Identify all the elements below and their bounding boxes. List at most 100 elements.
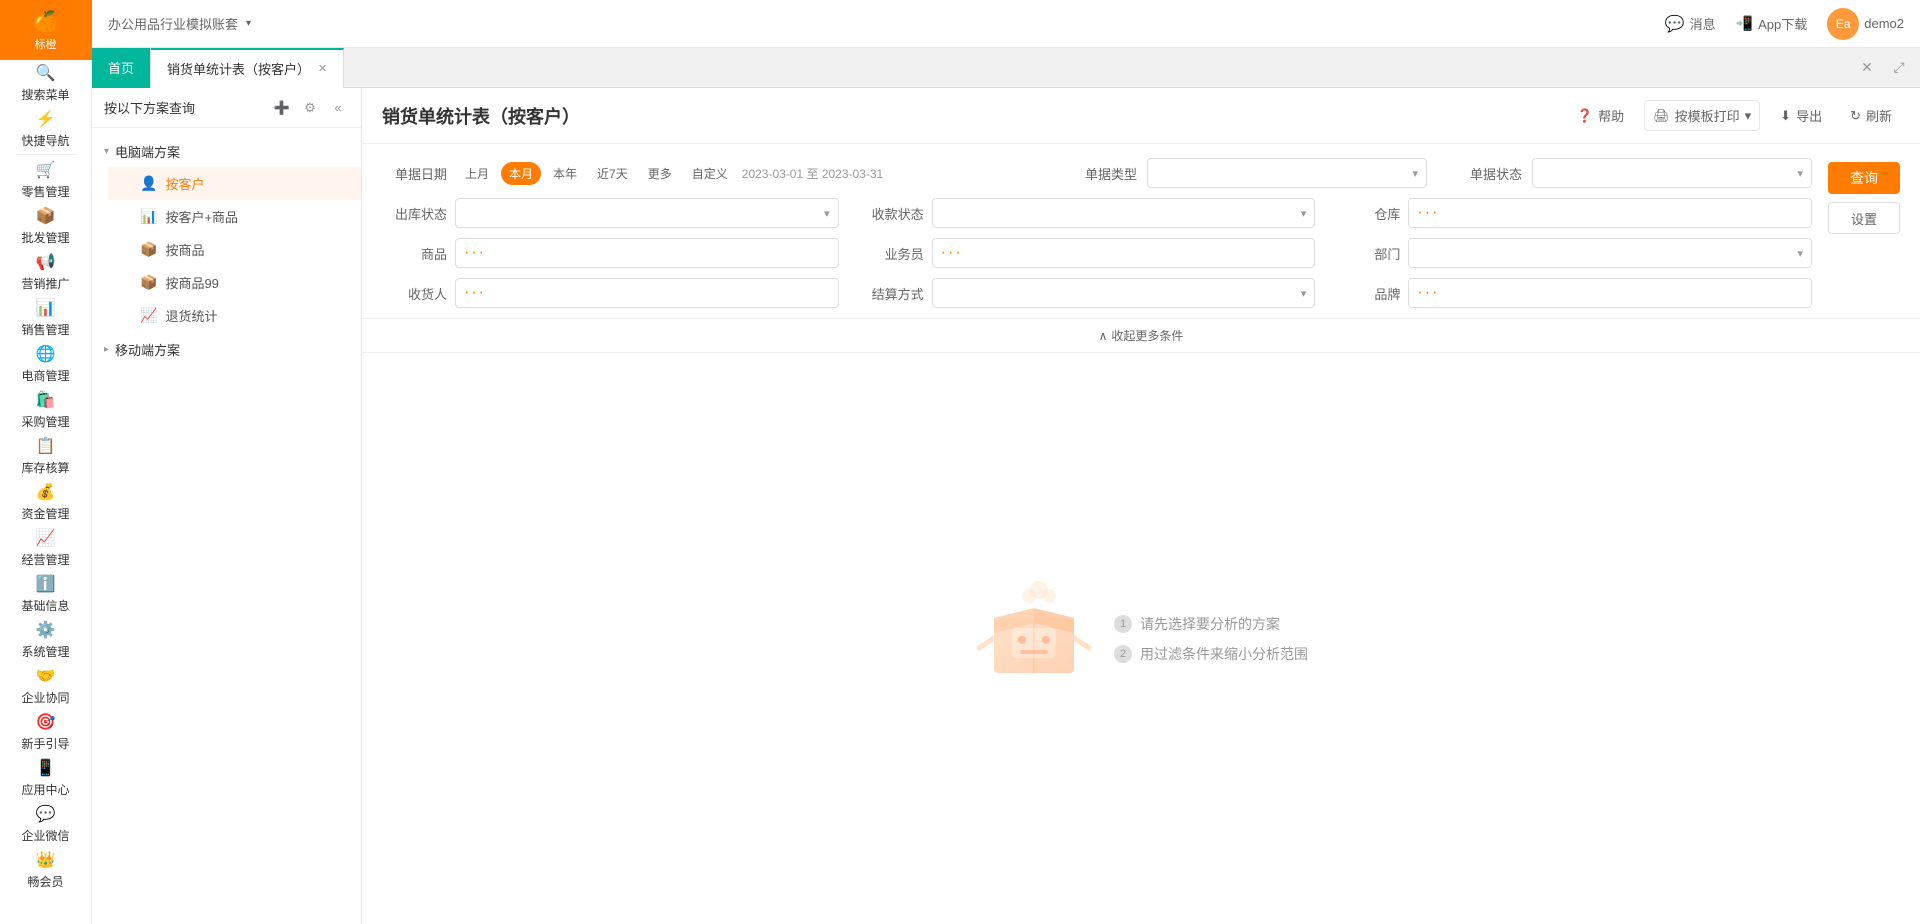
date-tab-7days[interactable]: 近7天 — [589, 162, 636, 185]
tree-item-by-product-99[interactable]: 📦 按商品99 — [108, 266, 361, 299]
date-tab-more[interactable]: 更多 — [640, 162, 680, 185]
tab-sales-stat-label: 销货单统计表（按客户） — [167, 59, 310, 78]
tree-group-desktop: ▾ 电脑端方案 👤 按客户 📊 按客户+商品 📦 — [92, 136, 361, 332]
sidebar-item-system-mgmt[interactable]: ⚙️ 系统管理 — [0, 617, 92, 663]
logo-text: 标橙 — [35, 36, 57, 52]
app-download-label: App下载 — [1758, 14, 1807, 33]
by-customer-icon: 👤 — [140, 175, 157, 192]
ship-status-select[interactable]: ▾ — [455, 198, 839, 228]
tab-sales-stat[interactable]: 销货单统计表（按客户） ✕ — [151, 48, 344, 88]
dept-select[interactable]: ▾ — [1408, 238, 1812, 268]
sidebar-item-finance[interactable]: 💰 资金管理 — [0, 479, 92, 525]
sidebar-item-app-center[interactable]: 📱 应用中心 — [0, 755, 92, 801]
ship-status-arrow: ▾ — [824, 207, 830, 220]
payment-status-arrow: ▾ — [1301, 207, 1307, 220]
date-tab-last-month[interactable]: 上月 — [457, 162, 497, 185]
tree-group-desktop-header[interactable]: ▾ 电脑端方案 — [92, 136, 361, 167]
sidebar-item-member[interactable]: 👑 畅会员 — [0, 847, 92, 893]
product-label: 商品 — [382, 244, 447, 263]
warehouse-dots: ··· — [1417, 204, 1439, 222]
sidebar-item-quick-nav[interactable]: ⚡ 快捷导航 — [0, 106, 92, 152]
tree-group-mobile-header[interactable]: ▸ 移动端方案 — [92, 334, 361, 365]
scheme-add-button[interactable]: ➕ — [271, 97, 293, 119]
sidebar-item-ecommerce[interactable]: 🌐 电商管理 — [0, 341, 92, 387]
payment-status-label: 收款状态 — [859, 204, 924, 223]
sidebar-item-label: 电商管理 — [21, 367, 69, 384]
sidebar-item-search-menu[interactable]: 🔍 搜索菜单 — [0, 60, 92, 106]
scheme-settings-icon[interactable]: ⚙ — [299, 97, 321, 119]
empty-tip-2: 2 用过滤条件来缩小分析范围 — [1114, 644, 1308, 664]
sidebar-item-label: 库存核算 — [21, 459, 69, 476]
query-button[interactable]: 查询 — [1828, 162, 1900, 194]
marketing-icon: 📢 — [36, 252, 56, 272]
date-tab-this-month[interactable]: 本月 — [501, 162, 541, 185]
finance-icon: 💰 — [36, 482, 56, 502]
sidebar-item-enterprise-wechat[interactable]: 💬 企业微信 — [0, 801, 92, 847]
sidebar-item-marketing[interactable]: 📢 营销推广 — [0, 249, 92, 295]
tab-home[interactable]: 首页 — [92, 48, 151, 88]
date-tabs: 上月 本月 本年 近7天 更多 自定义 — [457, 162, 736, 185]
template-print-button[interactable]: 🖨 按模板打印 ▾ — [1644, 100, 1760, 131]
ecommerce-icon: 🌐 — [36, 344, 56, 364]
payment-status-select[interactable]: ▾ — [932, 198, 1316, 228]
brand-select[interactable]: ··· — [1408, 278, 1812, 308]
sidebar-item-new-guide[interactable]: 🎯 新手引导 — [0, 709, 92, 755]
refresh-button[interactable]: ↻ 刷新 — [1842, 101, 1900, 130]
collapse-up-icon: ∧ — [1099, 329, 1108, 343]
tree-item-by-customer[interactable]: 👤 按客户 — [108, 167, 361, 200]
template-print-arrow: ▾ — [1745, 108, 1752, 124]
tree-item-return-stat[interactable]: 📈 退货统计 — [108, 299, 361, 332]
collapse-bar[interactable]: ∧ 收起更多条件 — [362, 319, 1920, 353]
tip-text-1: 请先选择要分析的方案 — [1140, 614, 1280, 634]
tip-num-1: 1 — [1114, 615, 1132, 633]
message-icon: 💬 — [1665, 14, 1685, 34]
sidebar-item-sales-mgmt[interactable]: 📊 销售管理 — [0, 295, 92, 341]
sidebar-item-enterprise[interactable]: 🤝 企业协同 — [0, 663, 92, 709]
sidebar-item-operations[interactable]: 📈 经营管理 — [0, 525, 92, 571]
retail-mgmt-icon: 🛒 — [36, 160, 56, 180]
product-select[interactable]: ··· — [455, 238, 839, 268]
inventory-icon: 📋 — [36, 436, 56, 456]
sidebar-item-label: 销售管理 — [21, 321, 69, 338]
tab-close-icon[interactable]: ✕ — [318, 62, 327, 75]
message-button[interactable]: 💬 消息 — [1665, 14, 1716, 34]
tree-item-by-product[interactable]: 📦 按商品 — [108, 233, 361, 266]
window-close-button[interactable]: ✕ — [1854, 55, 1880, 81]
content-area: 按以下方案查询 ➕ ⚙ « ▾ 电脑端方案 👤 — [92, 88, 1920, 924]
salesperson-label: 业务员 — [859, 244, 924, 263]
header-right: 💬 消息 📲 App下载 Ea demo2 — [1665, 8, 1904, 40]
tree-item-customer-product[interactable]: 📊 按客户+商品 — [108, 200, 361, 233]
user-profile[interactable]: Ea demo2 — [1827, 8, 1904, 40]
sidebar-item-label: 系统管理 — [21, 643, 69, 660]
sidebar-item-purchase-mgmt[interactable]: 🛍️ 采购管理 — [0, 387, 92, 433]
sidebar-item-basic-info[interactable]: ℹ️ 基础信息 — [0, 571, 92, 617]
tip-num-2: 2 — [1114, 645, 1132, 663]
settlement-select[interactable]: ▾ — [932, 278, 1316, 308]
date-tab-custom[interactable]: 自定义 — [684, 162, 736, 185]
breadcrumb-dropdown-icon[interactable]: ▾ — [246, 18, 251, 29]
order-type-select[interactable]: ▾ — [1147, 158, 1427, 188]
settings-button[interactable]: 设置 — [1828, 202, 1900, 234]
recipient-select[interactable]: ··· — [455, 278, 839, 308]
sidebar-item-inventory[interactable]: 📋 库存核算 — [0, 433, 92, 479]
app-download-button[interactable]: 📲 App下载 — [1736, 14, 1808, 33]
tree-group-desktop-label: 电脑端方案 — [115, 142, 180, 161]
help-button[interactable]: ❓ 帮助 — [1569, 101, 1632, 130]
product-dots: ··· — [464, 244, 486, 262]
export-button[interactable]: ⬇ 导出 — [1772, 101, 1830, 130]
window-maximize-button[interactable]: ⤢ — [1886, 55, 1912, 81]
wholesale-mgmt-icon: 📦 — [36, 206, 56, 226]
salesperson-select[interactable]: ··· — [932, 238, 1316, 268]
sidebar-item-retail-mgmt[interactable]: 🛒 零售管理 — [0, 157, 92, 203]
warehouse-select[interactable]: ··· — [1408, 198, 1812, 228]
date-tab-this-year[interactable]: 本年 — [545, 162, 585, 185]
sidebar-item-label: 零售管理 — [21, 183, 69, 200]
template-print-icon: 🖨 — [1653, 108, 1670, 124]
scheme-collapse-icon[interactable]: « — [327, 97, 349, 119]
sidebar-item-label: 新手引导 — [21, 735, 69, 752]
order-status-select[interactable]: ▾ — [1532, 158, 1812, 188]
sidebar-item-wholesale-mgmt[interactable]: 📦 批发管理 — [0, 203, 92, 249]
main-area: 办公用品行业模拟账套 ▾ 💬 消息 📲 App下载 Ea demo2 首页 — [92, 0, 1920, 924]
app-download-icon: 📲 — [1736, 15, 1753, 32]
sidebar-item-label: 基础信息 — [21, 597, 69, 614]
